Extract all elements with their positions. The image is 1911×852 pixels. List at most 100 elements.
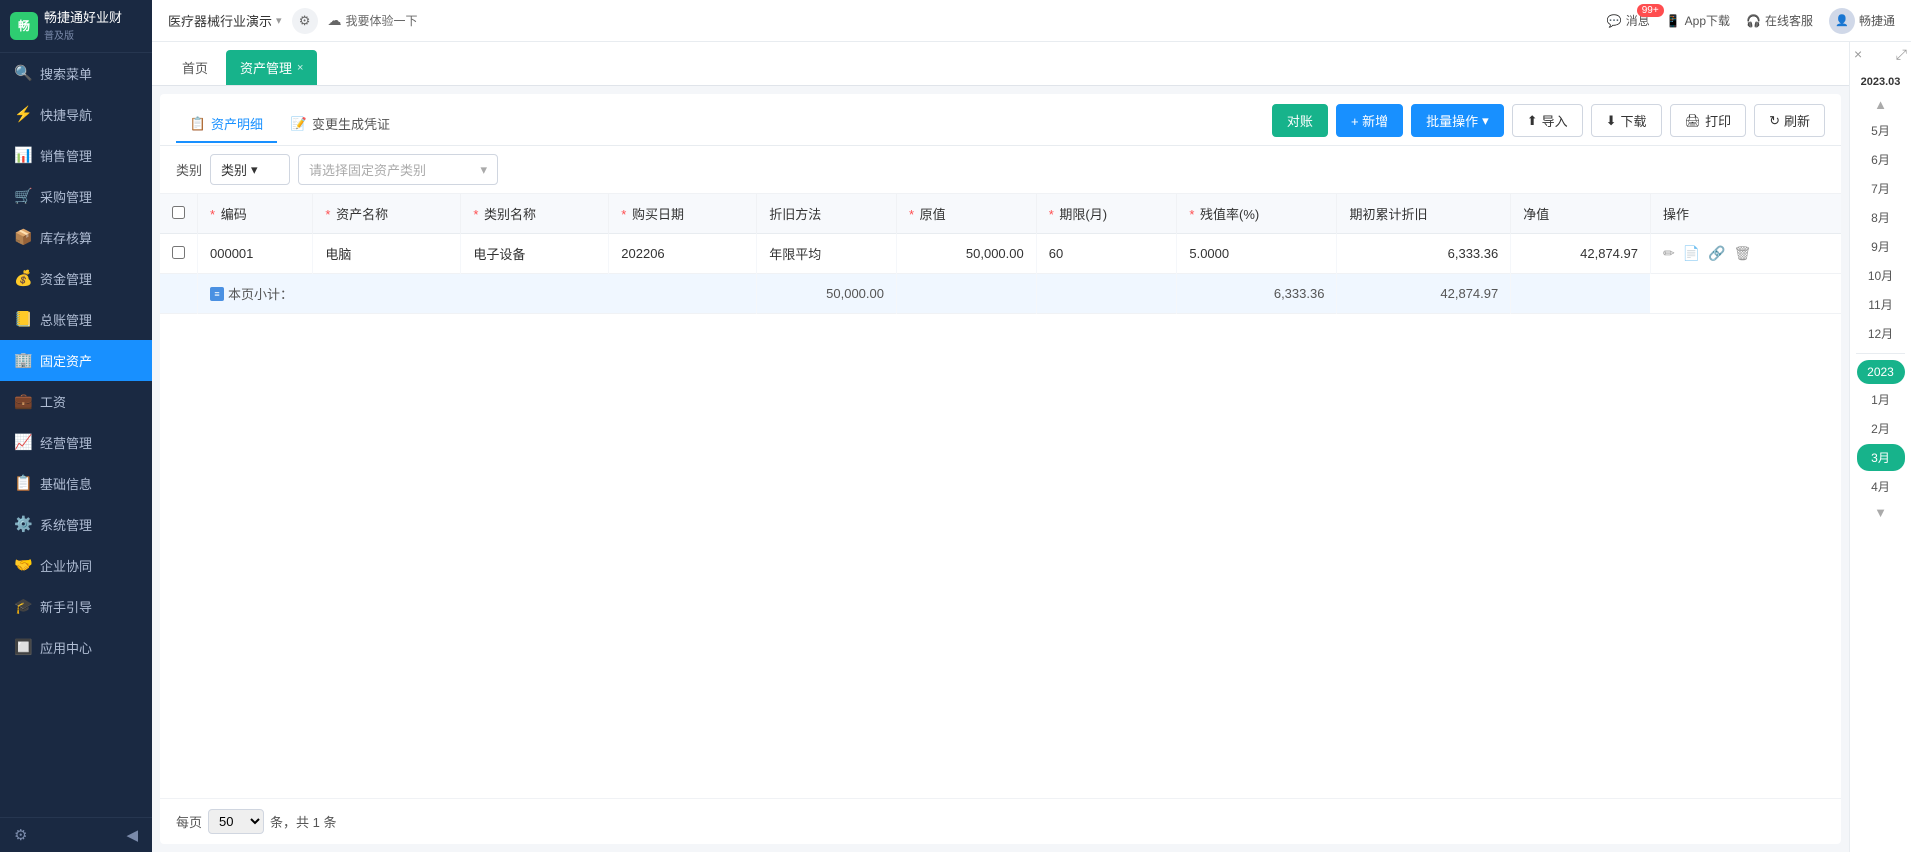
sub-tab-asset-detail-label: 资产明细 <box>211 114 263 133</box>
panel-scroll-up-button[interactable]: ▲ <box>1871 94 1890 115</box>
panel-scroll-down-button[interactable]: ▼ <box>1871 502 1890 523</box>
sidebar-label-sales: 销售管理 <box>40 146 92 165</box>
sidebar-item-enterprise[interactable]: 🤝 企业协同 <box>0 545 152 586</box>
sidebar-item-purchase[interactable]: 🛒 采购管理 <box>0 176 152 217</box>
user-name: 畅捷通 <box>1859 12 1895 29</box>
collapse-bottom-icon[interactable]: ◀ <box>126 826 138 844</box>
message-button[interactable]: 💬 消息 99+ <box>1607 12 1650 29</box>
panel-month-10[interactable]: 10月 <box>1857 262 1905 289</box>
sidebar-item-search[interactable]: 🔍 搜索菜单 <box>0 53 152 94</box>
category-filter-type-select[interactable]: 类别 ▾ <box>210 154 290 185</box>
table-wrap: * 编码 * 资产名称 * 类别名称 <box>160 194 1841 798</box>
tab-home[interactable]: 首页 <box>168 50 222 85</box>
panel-month-6[interactable]: 6月 <box>1857 146 1905 173</box>
sub-tab-change-voucher[interactable]: 📝 变更生成凭证 <box>277 106 404 143</box>
app-edition: 普及版 <box>44 27 122 42</box>
sidebar-item-basic-info[interactable]: 📋 基础信息 <box>0 463 152 504</box>
settings-bottom-icon[interactable]: ⚙ <box>14 826 27 844</box>
cell-period: 60 <box>1036 234 1177 274</box>
sidebar-label-enterprise: 企业协同 <box>40 556 92 575</box>
subtotal-period <box>896 274 1036 314</box>
sidebar-item-system[interactable]: ⚙️ 系统管理 <box>0 504 152 545</box>
reconcile-button[interactable]: 对账 <box>1272 104 1328 137</box>
sidebar-label-ledger: 总账管理 <box>40 310 92 329</box>
sidebar-item-guide[interactable]: 🎓 新手引导 <box>0 586 152 627</box>
batch-button[interactable]: 批量操作 ▾ <box>1411 104 1504 137</box>
refresh-button[interactable]: ↻ 刷新 <box>1754 104 1825 137</box>
operations-icon: 📈 <box>14 433 32 451</box>
sales-icon: 📊 <box>14 146 32 164</box>
user-profile-button[interactable]: 👤 畅捷通 <box>1829 8 1895 34</box>
sidebar-item-app-center[interactable]: 🔲 应用中心 <box>0 627 152 668</box>
link-icon[interactable]: 🔗 <box>1708 245 1725 262</box>
panel-month-11[interactable]: 11月 <box>1857 291 1905 318</box>
company-selector[interactable]: 医疗器械行业演示 ▾ <box>168 11 282 30</box>
filter-type-chevron: ▾ <box>251 162 258 178</box>
panel-month-3[interactable]: 3月 <box>1857 444 1905 471</box>
company-settings-button[interactable]: ⚙ <box>292 8 318 34</box>
import-button[interactable]: ⬆ 导入 <box>1512 104 1583 137</box>
cell-residual-rate: 5.0000 <box>1177 234 1337 274</box>
filter-value-chevron: ▾ <box>480 162 487 178</box>
sidebar-label-guide: 新手引导 <box>40 597 92 616</box>
category-filter-value-select[interactable]: 请选择固定资产类别 ▾ <box>298 154 498 185</box>
tab-close-icon[interactable]: × <box>297 62 303 74</box>
panel-month-8[interactable]: 8月 <box>1857 204 1905 231</box>
customer-service-button[interactable]: 🎧 在线客服 <box>1746 12 1813 29</box>
sidebar-item-fund[interactable]: 💰 资金管理 <box>0 258 152 299</box>
message-badge: 99+ <box>1637 4 1664 17</box>
app-download-button[interactable]: 📱 App下载 <box>1666 12 1730 29</box>
salary-icon: 💼 <box>14 392 32 410</box>
main-area: 医疗器械行业演示 ▾ ⚙ ☁ 我要体验一下 💬 消息 99+ 📱 App下载 🎧… <box>152 0 1911 852</box>
row-checkbox[interactable] <box>172 246 185 259</box>
subtotal-op <box>1511 274 1651 314</box>
panel-expand-button[interactable]: ⤢ <box>1896 46 1907 63</box>
panel-month-1[interactable]: 1月 <box>1857 386 1905 413</box>
sidebar-label-fixed-assets: 固定资产 <box>40 351 92 370</box>
sub-tab-bar: 📋 资产明细 📝 变更生成凭证 对账 + 新增 <box>160 94 1841 146</box>
tab-asset-mgmt[interactable]: 资产管理 × <box>226 50 317 85</box>
panel-month-9[interactable]: 9月 <box>1857 233 1905 260</box>
guide-icon: 🎓 <box>14 597 32 615</box>
topbar: 医疗器械行业演示 ▾ ⚙ ☁ 我要体验一下 💬 消息 99+ 📱 App下载 🎧… <box>152 0 1911 42</box>
edit-icon[interactable]: ✏ <box>1663 245 1675 262</box>
system-icon: ⚙️ <box>14 515 32 533</box>
app-name: 畅捷通好业财 <box>44 10 122 27</box>
per-page-select[interactable]: 50 10 20 100 <box>208 809 264 834</box>
subtotal-label-text: 本页小计： <box>228 284 293 303</box>
sub-tab-asset-detail[interactable]: 📋 资产明细 <box>176 106 277 143</box>
panel-month-2[interactable]: 2月 <box>1857 415 1905 442</box>
panel-month-5[interactable]: 5月 <box>1857 117 1905 144</box>
download-button[interactable]: ⬇ 下载 <box>1591 104 1662 137</box>
sidebar-item-salary[interactable]: 💼 工资 <box>0 381 152 422</box>
panel-month-4[interactable]: 4月 <box>1857 473 1905 500</box>
new-button[interactable]: + 新增 <box>1336 104 1403 137</box>
select-all-checkbox[interactable] <box>172 206 185 219</box>
download-icon: ⬇ <box>1606 113 1617 129</box>
basic-info-icon: 📋 <box>14 474 32 492</box>
copy-icon[interactable]: 📄 <box>1683 245 1700 262</box>
topbar-right: 💬 消息 99+ 📱 App下载 🎧 在线客服 👤 畅捷通 <box>1607 8 1895 34</box>
panel-month-12[interactable]: 12月 <box>1857 320 1905 347</box>
sidebar-label-salary: 工资 <box>40 392 66 411</box>
new-label: + 新增 <box>1351 111 1388 130</box>
panel-month-7[interactable]: 7月 <box>1857 175 1905 202</box>
ledger-icon: 📒 <box>14 310 32 328</box>
print-button[interactable]: 🖨 打印 <box>1670 104 1747 137</box>
sidebar-item-quick-nav[interactable]: ⚡ 快捷导航 <box>0 94 152 135</box>
sidebar-item-operations[interactable]: 📈 经营管理 <box>0 422 152 463</box>
cell-code: 000001 <box>198 234 313 274</box>
sidebar-item-fixed-assets[interactable]: 🏢 固定资产 <box>0 340 152 381</box>
delete-icon[interactable]: 🗑 <box>1734 245 1752 262</box>
app-title-block: 畅捷通好业财 普及版 <box>44 10 122 42</box>
subtotal-empty-checkbox <box>160 274 198 314</box>
sidebar-item-ledger[interactable]: 📒 总账管理 <box>0 299 152 340</box>
sidebar-nav: 🔍 搜索菜单 ⚡ 快捷导航 📊 销售管理 🛒 采购管理 📦 库存核算 💰 <box>0 53 152 668</box>
customer-service-label: 在线客服 <box>1765 12 1813 29</box>
panel-year-2023[interactable]: 2023 <box>1857 360 1905 384</box>
panel-close-button[interactable]: × <box>1854 46 1862 62</box>
try-experience-button[interactable]: ☁ 我要体验一下 <box>328 12 418 29</box>
sidebar-item-sales[interactable]: 📊 销售管理 <box>0 135 152 176</box>
cloud-icon: ☁ <box>328 12 342 29</box>
sidebar-item-inventory[interactable]: 📦 库存核算 <box>0 217 152 258</box>
